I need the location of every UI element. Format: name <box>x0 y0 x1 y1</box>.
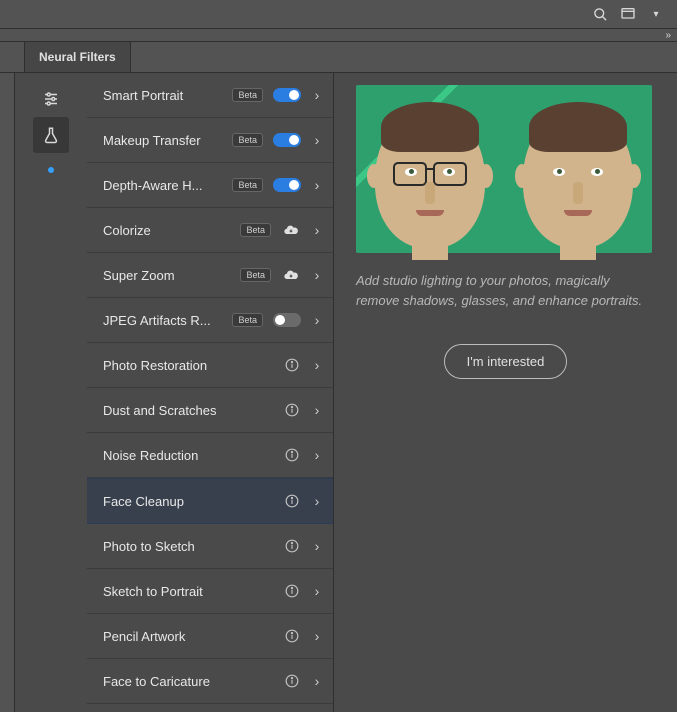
info-icon[interactable] <box>283 494 301 508</box>
featured-filters-icon[interactable] <box>33 81 69 117</box>
filter-row-sketch-to-portrait[interactable]: Sketch to Portrait › <box>87 569 333 614</box>
filter-list: Smart PortraitBeta›Makeup TransferBeta›D… <box>87 73 334 712</box>
expand-chevron-icon[interactable]: » <box>665 30 671 41</box>
search-icon[interactable] <box>591 5 609 23</box>
beta-badge: Beta <box>232 133 263 147</box>
filter-row-jpeg-artifacts[interactable]: JPEG Artifacts R...Beta › <box>87 298 333 343</box>
filter-label: Noise Reduction <box>103 448 283 463</box>
info-icon[interactable] <box>283 629 301 643</box>
chevron-right-icon: › <box>311 222 323 238</box>
chevron-right-icon: › <box>311 673 323 689</box>
interested-button[interactable]: I'm interested <box>444 344 568 379</box>
chevron-right-icon: › <box>311 402 323 418</box>
preview-before-face <box>356 85 504 253</box>
filter-toggle[interactable] <box>273 88 301 102</box>
chevron-right-icon: › <box>311 447 323 463</box>
cta-row: I'm interested <box>356 344 655 379</box>
beta-badge: Beta <box>232 88 263 102</box>
chevron-right-icon: › <box>311 177 323 193</box>
filter-row-face-cleanup[interactable]: Face Cleanup › <box>87 478 333 524</box>
filter-row-colorize[interactable]: ColorizeBeta › <box>87 208 333 253</box>
filter-row-noise-reduction[interactable]: Noise Reduction › <box>87 433 333 478</box>
filter-row-dust-scratches[interactable]: Dust and Scratches › <box>87 388 333 433</box>
panel-gutter <box>0 73 15 712</box>
minimize-icon[interactable]: ▾ <box>647 5 665 23</box>
filter-label: Colorize <box>103 223 240 238</box>
panel-tabbar: Neural Filters <box>0 42 677 73</box>
filter-row-depth-aware-haze[interactable]: Depth-Aware H...Beta › <box>87 163 333 208</box>
filter-label: Depth-Aware H... <box>103 178 232 193</box>
filter-label: Photo to Sketch <box>103 539 283 554</box>
filter-label: Face to Caricature <box>103 674 283 689</box>
beta-filters-icon[interactable] <box>33 117 69 153</box>
filter-row-photo-restoration[interactable]: Photo Restoration › <box>87 343 333 388</box>
app-topbar: ▾ <box>0 0 677 29</box>
filter-label: Makeup Transfer <box>103 133 232 148</box>
filter-toggle[interactable] <box>273 133 301 147</box>
filter-toggle[interactable] <box>273 178 301 192</box>
info-icon[interactable] <box>283 674 301 688</box>
chevron-right-icon: › <box>311 583 323 599</box>
beta-badge: Beta <box>240 223 271 237</box>
filter-row-smart-portrait[interactable]: Smart PortraitBeta › <box>87 73 333 118</box>
beta-badge: Beta <box>232 178 263 192</box>
panel-content: Smart PortraitBeta›Makeup TransferBeta›D… <box>0 73 677 712</box>
filter-label: JPEG Artifacts R... <box>103 313 232 328</box>
info-icon[interactable] <box>283 448 301 462</box>
preview-image <box>356 85 652 253</box>
chevron-right-icon: › <box>311 493 323 509</box>
chevron-right-icon: › <box>311 357 323 373</box>
update-indicator-dot <box>48 167 54 173</box>
chevron-right-icon: › <box>311 132 323 148</box>
screen-mode-icon[interactable] <box>619 5 637 23</box>
filter-label: Photo Restoration <box>103 358 283 373</box>
filter-label: Super Zoom <box>103 268 240 283</box>
chevron-right-icon: › <box>311 628 323 644</box>
filter-row-face-to-caricature[interactable]: Face to Caricature › <box>87 659 333 704</box>
filter-label: Pencil Artwork <box>103 629 283 644</box>
info-icon[interactable] <box>283 539 301 553</box>
filter-label: Dust and Scratches <box>103 403 283 418</box>
filter-row-photo-to-sketch[interactable]: Photo to Sketch › <box>87 524 333 569</box>
filter-category-column <box>15 73 87 712</box>
tab-label: Neural Filters <box>39 50 116 64</box>
info-icon[interactable] <box>283 403 301 417</box>
chevron-right-icon: › <box>311 312 323 328</box>
filter-description: Add studio lighting to your photos, magi… <box>356 271 655 310</box>
beta-badge: Beta <box>240 268 271 282</box>
download-cloud-icon[interactable] <box>281 267 301 283</box>
filter-toggle[interactable] <box>273 313 301 327</box>
preview-after-face <box>504 85 652 253</box>
beta-badge: Beta <box>232 313 263 327</box>
filter-detail-panel: Add studio lighting to your photos, magi… <box>334 73 677 712</box>
chevron-right-icon: › <box>311 538 323 554</box>
filter-row-makeup-transfer[interactable]: Makeup TransferBeta › <box>87 118 333 163</box>
filter-label: Sketch to Portrait <box>103 584 283 599</box>
chevron-right-icon: › <box>311 267 323 283</box>
tab-neural-filters[interactable]: Neural Filters <box>24 41 131 72</box>
info-icon[interactable] <box>283 584 301 598</box>
filter-label: Smart Portrait <box>103 88 232 103</box>
filter-row-pencil-artwork[interactable]: Pencil Artwork › <box>87 614 333 659</box>
filter-label: Face Cleanup <box>103 494 283 509</box>
filter-row-super-zoom[interactable]: Super ZoomBeta › <box>87 253 333 298</box>
download-cloud-icon[interactable] <box>281 222 301 238</box>
chevron-right-icon: › <box>311 87 323 103</box>
info-icon[interactable] <box>283 358 301 372</box>
